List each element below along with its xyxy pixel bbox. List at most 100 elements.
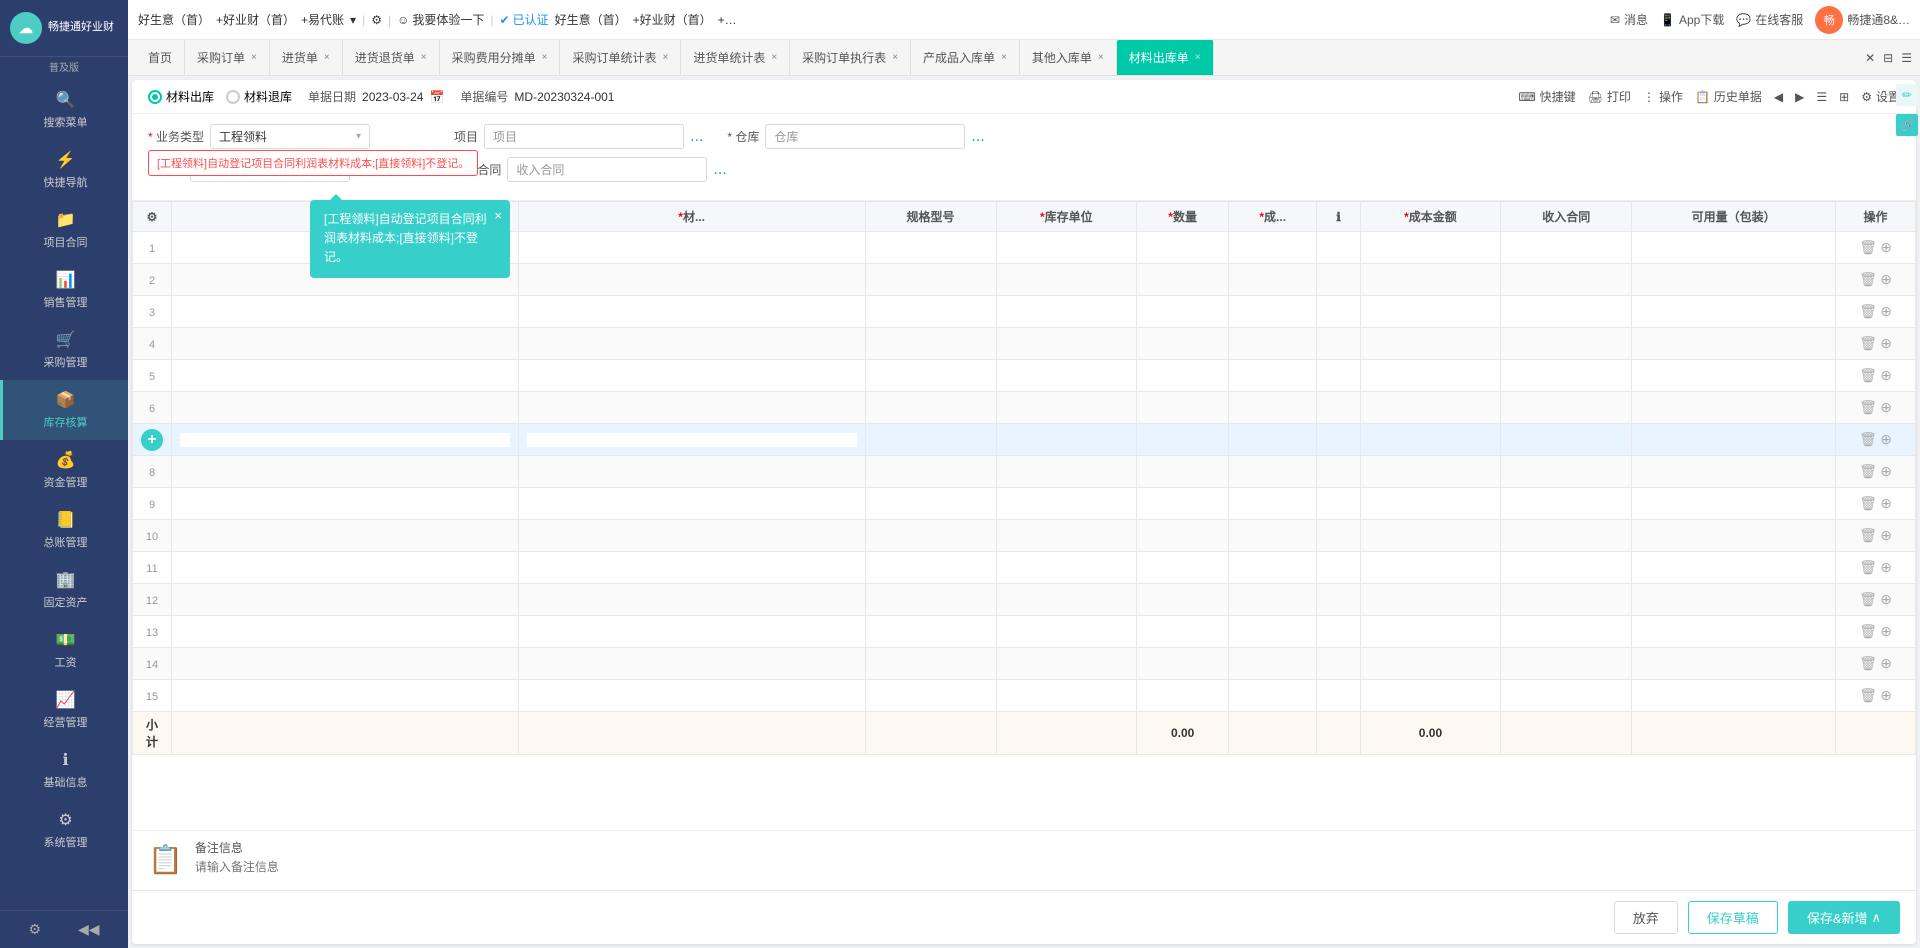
col-settings[interactable]: ⚙	[133, 202, 172, 232]
row-available-5[interactable]	[1632, 360, 1836, 392]
row-spec-14[interactable]	[865, 648, 996, 680]
shortcut-btn[interactable]: ⌨ 快捷键	[1518, 88, 1575, 105]
row-cost-amount-active[interactable]	[1360, 424, 1500, 456]
income-contract-input[interactable]: 收入合同	[507, 157, 707, 182]
row-material-4[interactable]	[518, 328, 865, 360]
row-unit-6[interactable]	[996, 392, 1136, 424]
row-cost-1[interactable]	[1229, 232, 1317, 264]
row-cost-amount-1[interactable]	[1360, 232, 1500, 264]
row-spec-15[interactable]	[865, 680, 996, 712]
row-available-15[interactable]	[1632, 680, 1836, 712]
copy-row-btn-9[interactable]: ⊕	[1880, 495, 1892, 511]
copy-row-btn-12[interactable]: ⊕	[1880, 591, 1892, 607]
tab-close-4[interactable]: ×	[542, 52, 548, 63]
tab-10[interactable]: 材料出库单×	[1117, 40, 1214, 76]
row-cost-amount-11[interactable]	[1360, 552, 1500, 584]
sidebar-item-经营管理[interactable]: 📈 经营管理	[0, 680, 128, 740]
delete-row-btn-3[interactable]: 🗑	[1859, 303, 1877, 319]
row-cost-11[interactable]	[1229, 552, 1317, 584]
history-btn[interactable]: 📋 历史单据	[1695, 88, 1762, 105]
tab-close-1[interactable]: ×	[251, 52, 257, 63]
delete-row-btn-2[interactable]: 🗑	[1859, 271, 1877, 287]
row-material-12[interactable]	[518, 584, 865, 616]
sidebar-item-总账管理[interactable]: 📒 总账管理	[0, 500, 128, 560]
row-project-4[interactable]	[172, 328, 519, 360]
calendar-icon[interactable]: 📅	[429, 90, 444, 104]
sidebar-item-搜索菜单[interactable]: 🔍 搜索菜单	[0, 80, 128, 140]
row-spec-active[interactable]	[865, 424, 996, 456]
row-cost-amount-8[interactable]	[1360, 456, 1500, 488]
delete-row-btn-9[interactable]: 🗑	[1859, 495, 1877, 511]
nav-good-business[interactable]: 好生意（首）	[138, 11, 210, 28]
row-income-contract-1[interactable]	[1501, 232, 1632, 264]
delete-row-btn-15[interactable]: 🗑	[1859, 687, 1877, 703]
row-cost-active[interactable]	[1229, 424, 1317, 456]
row-income-contract-3[interactable]	[1501, 296, 1632, 328]
row-cost-8[interactable]	[1229, 456, 1317, 488]
row-unit-3[interactable]	[996, 296, 1136, 328]
print-btn[interactable]: 🖨 打印	[1588, 88, 1631, 105]
copy-row-btn-4[interactable]: ⊕	[1880, 335, 1892, 351]
row-cost-6[interactable]	[1229, 392, 1317, 424]
row-cost-13[interactable]	[1229, 616, 1317, 648]
business-type-input[interactable]: 工程领料 ▾	[210, 124, 370, 149]
nav-dropdown[interactable]: ▾	[350, 13, 356, 27]
row-material-active[interactable]	[518, 424, 865, 456]
warehouse-input[interactable]: 仓库	[765, 124, 965, 149]
row-spec-13[interactable]	[865, 616, 996, 648]
nav-easy-accounting[interactable]: +易代账	[301, 11, 344, 28]
row-unit-10[interactable]	[996, 520, 1136, 552]
row-quantity-9[interactable]	[1137, 488, 1229, 520]
right-edit-btn[interactable]: ✏	[1896, 84, 1918, 106]
row-available-10[interactable]	[1632, 520, 1836, 552]
copy-row-btn-2[interactable]: ⊕	[1880, 271, 1892, 287]
row-spec-12[interactable]	[865, 584, 996, 616]
tab-9[interactable]: 其他入库单×	[1020, 40, 1117, 76]
row-quantity-4[interactable]	[1137, 328, 1229, 360]
row-project-6[interactable]	[172, 392, 519, 424]
row-quantity-11[interactable]	[1137, 552, 1229, 584]
row-project-10[interactable]	[172, 520, 519, 552]
row-spec-11[interactable]	[865, 552, 996, 584]
row-material-3[interactable]	[518, 296, 865, 328]
sidebar-item-项目合同[interactable]: 📁 项目合同	[0, 200, 128, 260]
row-cost-amount-9[interactable]	[1360, 488, 1500, 520]
row-quantity-10[interactable]	[1137, 520, 1229, 552]
row-material-5[interactable]	[518, 360, 865, 392]
tab-7[interactable]: 采购订单执行表×	[790, 40, 911, 76]
delete-row-btn-11[interactable]: 🗑	[1859, 559, 1877, 575]
row-available-8[interactable]	[1632, 456, 1836, 488]
message-btn[interactable]: ✉ 消息	[1610, 11, 1648, 28]
sidebar-item-固定资产[interactable]: 🏢 固定资产	[0, 560, 128, 620]
tab-close-2[interactable]: ×	[324, 52, 330, 63]
row-available-14[interactable]	[1632, 648, 1836, 680]
copy-row-btn-8[interactable]: ⊕	[1880, 463, 1892, 479]
row-cost-10[interactable]	[1229, 520, 1317, 552]
copy-row-btn-13[interactable]: ⊕	[1880, 623, 1892, 639]
row-spec-10[interactable]	[865, 520, 996, 552]
row-available-active[interactable]	[1632, 424, 1836, 456]
note-input[interactable]	[195, 860, 1900, 874]
row-cost-amount-5[interactable]	[1360, 360, 1500, 392]
tab-close-10[interactable]: ×	[1195, 52, 1201, 63]
tab-close-7[interactable]: ×	[892, 52, 898, 63]
row-quantity-6[interactable]	[1137, 392, 1229, 424]
row-available-3[interactable]	[1632, 296, 1836, 328]
save-new-btn[interactable]: 保存&新增 ∧	[1788, 901, 1900, 934]
row-income-contract-13[interactable]	[1501, 616, 1632, 648]
copy-row-active-btn[interactable]: ⊕	[1880, 431, 1892, 447]
row-available-2[interactable]	[1632, 264, 1836, 296]
radio-material-return[interactable]: 材料退库	[226, 88, 292, 105]
row-available-9[interactable]	[1632, 488, 1836, 520]
row-cost-amount-14[interactable]	[1360, 648, 1500, 680]
row-unit-8[interactable]	[996, 456, 1136, 488]
row-material-2[interactable]	[518, 264, 865, 296]
app-download-btn[interactable]: 📱 App下载	[1660, 11, 1724, 28]
add-row-btn[interactable]: +	[141, 429, 163, 451]
row-quantity-5[interactable]	[1137, 360, 1229, 392]
delete-row-btn-1[interactable]: 🗑	[1859, 239, 1877, 255]
row-available-6[interactable]	[1632, 392, 1836, 424]
row-cost-14[interactable]	[1229, 648, 1317, 680]
row-available-1[interactable]	[1632, 232, 1836, 264]
tab-close-8[interactable]: ×	[1001, 52, 1007, 63]
